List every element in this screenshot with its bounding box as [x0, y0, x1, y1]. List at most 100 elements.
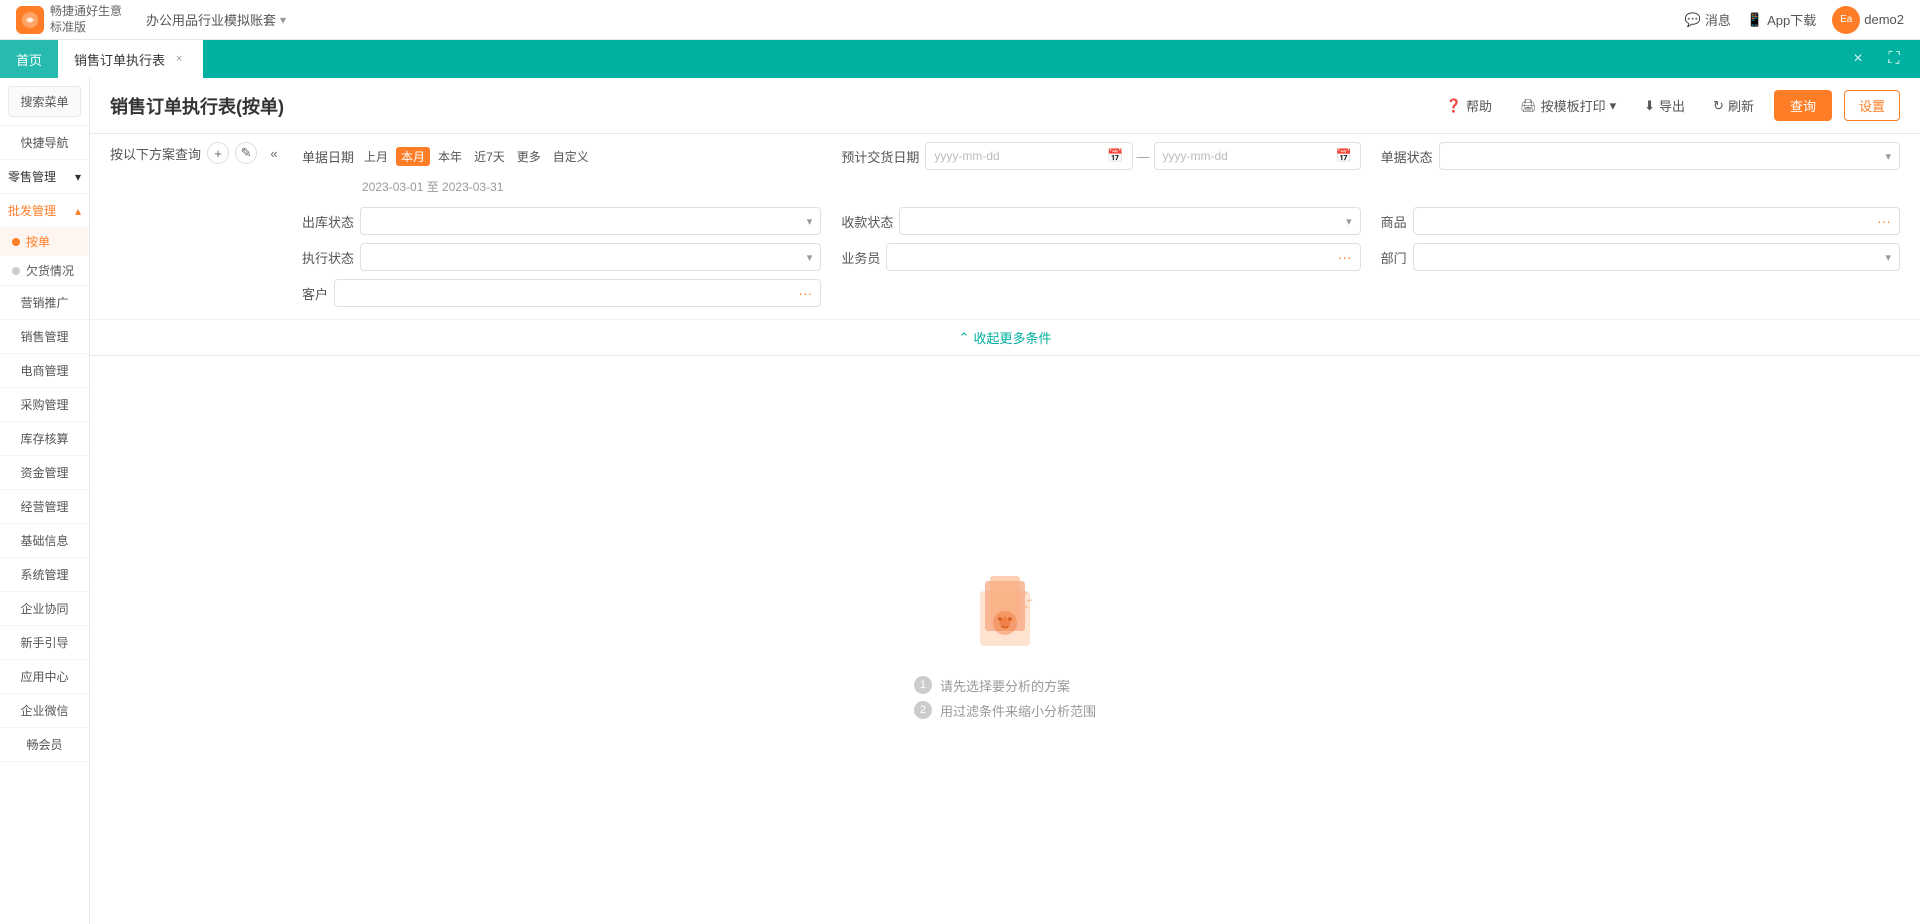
date-custom[interactable]: 自定义: [549, 146, 593, 167]
filter-scheme-section: 按以下方案查询 + ✎ «: [110, 142, 290, 164]
sidebar-item-finance[interactable]: 资金管理: [0, 456, 89, 490]
minimize-button[interactable]: ×: [1844, 45, 1872, 73]
salesperson-field: 业务员 ···: [841, 243, 1360, 271]
nav-tabs: 首页 销售订单执行表 × × ⛶: [0, 40, 1920, 78]
filter-row-2: 出库状态 ▾ 收款状态: [302, 207, 1900, 235]
expected-date-field: 预计交货日期 yyyy-mm-dd 📅 — yyyy-mm-dd 📅: [841, 142, 1360, 170]
tip-number-2: 2: [914, 701, 932, 719]
product-more-icon: ···: [1877, 213, 1891, 229]
dept-control: ▾: [1413, 243, 1900, 271]
sidebar-item-purchase[interactable]: 采购管理: [0, 388, 89, 422]
calendar-icon-end: 📅: [1335, 148, 1351, 164]
expected-date-end[interactable]: yyyy-mm-dd 📅: [1154, 142, 1361, 170]
date-separator: —: [1137, 149, 1150, 164]
sidebar-item-enterprise[interactable]: 企业协同: [0, 592, 89, 626]
sidebar-sub-item-shortage[interactable]: 欠货情况: [0, 256, 89, 285]
date-this-year[interactable]: 本年: [434, 146, 466, 167]
page-header-top: 销售订单执行表(按单) ❓ 帮助 🖨 按模板打印 ▾ ⬇ 导出: [110, 90, 1900, 121]
salesperson-control: ···: [886, 243, 1360, 271]
tab-home[interactable]: 首页: [0, 40, 58, 78]
refresh-button[interactable]: ↻ 刷新: [1705, 92, 1762, 119]
app-download-button[interactable]: 📱 App下载: [1747, 10, 1816, 29]
maximize-button[interactable]: ⛶: [1880, 45, 1908, 73]
tab-sales-order[interactable]: 销售订单执行表 ×: [58, 40, 203, 78]
delivery-status-label: 出库状态: [302, 212, 354, 231]
date-last-month[interactable]: 上月: [360, 146, 392, 167]
sidebar-item-ecommerce[interactable]: 电商管理: [0, 354, 89, 388]
help-button[interactable]: ❓ 帮助: [1438, 92, 1500, 119]
search-button[interactable]: 查询: [1774, 90, 1832, 121]
settings-button[interactable]: 设置: [1844, 90, 1900, 121]
page-title: 销售订单执行表(按单): [110, 93, 284, 119]
calendar-icon-start: 📅: [1107, 148, 1123, 164]
sidebar-item-guide[interactable]: 新手引导: [0, 626, 89, 660]
sidebar-item-app-center[interactable]: 应用中心: [0, 660, 89, 694]
header-right: 💬 消息 📱 App下载 Ea demo2: [1685, 6, 1904, 34]
top-header: 畅捷通好生意 标准版 办公用品行业模拟账套 ▾ 💬 消息 📱 App下载 Ea …: [0, 0, 1920, 40]
sidebar-item-wholesale[interactable]: 批发管理 ▴: [0, 194, 89, 227]
expected-date-start[interactable]: yyyy-mm-dd 📅: [925, 142, 1132, 170]
dept-select[interactable]: ▾: [1413, 243, 1900, 271]
print-button[interactable]: 🖨 按模板打印 ▾: [1512, 92, 1624, 119]
sidebar-item-operation[interactable]: 经营管理: [0, 490, 89, 524]
sidebar-item-wechat[interactable]: 企业微信: [0, 694, 89, 728]
avatar: Ea: [1832, 6, 1860, 34]
delivery-status-field: 出库状态 ▾: [302, 207, 821, 235]
home-tab-label: 首页: [16, 50, 42, 69]
customer-label: 客户: [302, 284, 328, 303]
sidebar-item-retail[interactable]: 零售管理 ▾: [0, 160, 89, 193]
sidebar-item-inventory[interactable]: 库存核算: [0, 422, 89, 456]
sidebar-item-sales[interactable]: 销售管理: [0, 320, 89, 354]
payment-status-select[interactable]: ▾: [899, 207, 1360, 235]
collapse-more-button[interactable]: ⌃ 收起更多条件: [90, 319, 1920, 355]
date-more[interactable]: 更多: [513, 146, 545, 167]
exec-status-field: 执行状态 ▾: [302, 243, 821, 271]
customer-select[interactable]: ···: [334, 279, 821, 307]
sidebar-item-basic-info[interactable]: 基础信息: [0, 524, 89, 558]
breadcrumb-dropdown-icon[interactable]: ▾: [280, 13, 286, 27]
search-menu-button[interactable]: 搜索菜单: [8, 86, 81, 117]
dept-label: 部门: [1381, 248, 1407, 267]
tip-number-1: 1: [914, 676, 932, 694]
filter-top-row: 按以下方案查询 + ✎ « 单据日期 上月: [90, 134, 1920, 315]
sidebar-sub-item-order[interactable]: 按单: [0, 227, 89, 256]
sidebar: 搜索菜单 快捷导航 零售管理 ▾ 批发管理 ▴ 按单 欠货情况 营: [0, 78, 90, 924]
date-this-month[interactable]: 本月: [396, 147, 430, 166]
message-icon: 💬: [1685, 12, 1701, 28]
date-7days[interactable]: 近7天: [470, 146, 509, 167]
salesperson-select[interactable]: ···: [886, 243, 1360, 271]
sidebar-search-area: 搜索菜单: [0, 78, 89, 126]
exec-status-select[interactable]: ▾: [360, 243, 821, 271]
export-button[interactable]: ⬇ 导出: [1636, 92, 1693, 119]
product-control: ···: [1413, 207, 1900, 235]
message-button[interactable]: 💬 消息: [1685, 10, 1731, 29]
add-scheme-button[interactable]: +: [207, 142, 229, 164]
sidebar-item-marketing[interactable]: 营销推广: [0, 286, 89, 320]
dept-dropdown-icon: ▾: [1885, 251, 1891, 264]
active-tab-label: 销售订单执行表: [74, 50, 165, 69]
user-profile[interactable]: Ea demo2: [1832, 6, 1904, 34]
empty-illustration: [955, 561, 1055, 664]
sidebar-item-system[interactable]: 系统管理: [0, 558, 89, 592]
empty-state: 1 请先选择要分析的方案 2 用过滤条件来缩小分析范围: [90, 356, 1920, 924]
header-left: 畅捷通好生意 标准版 办公用品行业模拟账套 ▾: [16, 4, 286, 35]
date-label: 单据日期: [302, 147, 354, 166]
sidebar-item-quick-nav[interactable]: 快捷导航: [0, 126, 89, 160]
product-label: 商品: [1381, 212, 1407, 231]
dept-field: 部门 ▾: [1381, 243, 1900, 271]
exec-status-control: ▾: [360, 243, 821, 271]
sidebar-item-member[interactable]: 畅会员: [0, 728, 89, 762]
retail-dropdown-icon: ▾: [75, 170, 81, 184]
edit-scheme-button[interactable]: ✎: [235, 142, 257, 164]
nav-tabs-right: × ⛶: [1844, 45, 1920, 73]
breadcrumb: 办公用品行业模拟账套 ▾: [146, 10, 286, 29]
product-select[interactable]: ···: [1413, 207, 1900, 235]
order-status-select[interactable]: ▾: [1439, 142, 1900, 170]
tab-close-icon[interactable]: ×: [171, 51, 187, 67]
delivery-status-select[interactable]: ▾: [360, 207, 821, 235]
collapse-scheme-button[interactable]: «: [263, 142, 285, 164]
expected-date-label: 预计交货日期: [841, 147, 919, 166]
exec-status-label: 执行状态: [302, 248, 354, 267]
filter-row-3: 执行状态 ▾ 业务员: [302, 243, 1900, 271]
print-dropdown-icon: ▾: [1610, 98, 1617, 114]
